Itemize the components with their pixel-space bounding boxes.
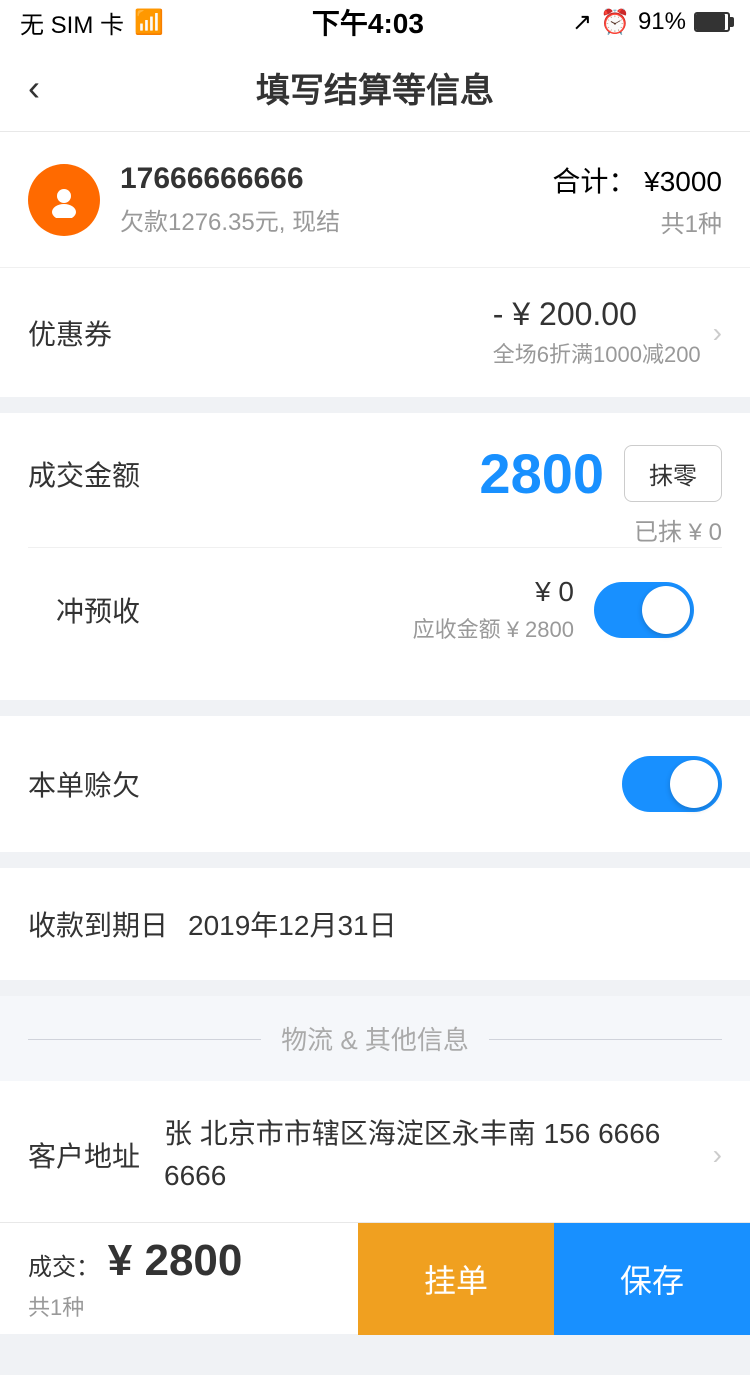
wifi-icon: 📶 xyxy=(134,8,164,37)
bottom-deal-count: 共1种 xyxy=(28,1290,330,1322)
prepay-row: 冲预收 ¥ 0 应收金额 ¥ 2800 xyxy=(28,547,722,672)
prepay-amount: ¥ 0 xyxy=(413,576,574,608)
user-phone: 17666666666 xyxy=(120,162,340,196)
bottom-bar: 成交： ¥ 2800 共1种 挂单 保存 xyxy=(0,1222,750,1334)
bottom-deal-price: ¥ 2800 xyxy=(108,1236,243,1285)
total-amount: ¥3000 xyxy=(644,166,722,197)
deal-right: 2800 抹零 xyxy=(479,441,722,506)
prepay-sub: 应收金额 ¥ 2800 xyxy=(413,612,574,644)
total-row: 合计： ¥3000 xyxy=(552,160,722,200)
bottom-summary: 成交： ¥ 2800 共1种 xyxy=(0,1236,358,1322)
user-section: 17666666666 欠款1276.35元, 现结 合计： ¥3000 共1种… xyxy=(0,132,750,397)
location-icon: ↗ xyxy=(572,8,592,37)
due-date-label: 收款到期日 xyxy=(28,904,168,944)
prepay-toggle[interactable] xyxy=(594,582,694,638)
coupon-label: 优惠券 xyxy=(28,313,112,353)
user-left: 17666666666 欠款1276.35元, 现结 xyxy=(28,162,340,237)
address-label: 客户地址 xyxy=(28,1135,140,1175)
due-date-value: 2019年12月31日 xyxy=(188,904,397,944)
status-time: 下午4:03 xyxy=(312,2,424,42)
address-section: 客户地址 张 北京市市辖区海淀区永丰南 156 6666 6666 › xyxy=(0,1081,750,1229)
user-info: 17666666666 欠款1276.35元, 现结 xyxy=(120,162,340,237)
address-row[interactable]: 客户地址 张 北京市市辖区海淀区永丰南 156 6666 6666 › xyxy=(0,1081,750,1229)
prepay-right: ¥ 0 应收金额 ¥ 2800 xyxy=(413,576,694,644)
total-label: 合计： xyxy=(552,166,636,197)
address-chevron: › xyxy=(713,1139,722,1171)
user-right: 合计： ¥3000 共1种 xyxy=(552,160,722,239)
deal-section: 成交金额 2800 抹零 已抹 ¥ 0 冲预收 ¥ 0 应收金额 ¥ 2800 xyxy=(0,413,750,700)
deal-sub: 已抹 ¥ 0 xyxy=(28,512,722,547)
coupon-chevron: › xyxy=(713,317,722,349)
round-button[interactable]: 抹零 xyxy=(624,445,722,502)
logistics-header: 物流 & 其他信息 xyxy=(0,996,750,1081)
user-debt: 欠款1276.35元, 现结 xyxy=(120,202,340,237)
logistics-section: 物流 & 其他信息 xyxy=(0,996,750,1081)
alarm-icon: ⏰ xyxy=(600,8,630,37)
total-count: 共1种 xyxy=(552,204,722,239)
own-debt-row: 本单赊欠 xyxy=(0,716,750,852)
due-date-section: 收款到期日 2019年12月31日 xyxy=(0,868,750,980)
coupon-row[interactable]: 优惠券 - ¥ 200.00 全场6折满1000减200 › xyxy=(0,267,750,397)
logistics-title: 物流 & 其他信息 xyxy=(261,1020,489,1057)
page-title: 填写结算等信息 xyxy=(256,63,494,112)
no-sim-text: 无 SIM 卡 xyxy=(20,5,124,40)
nav-bar: ‹ 填写结算等信息 xyxy=(0,44,750,132)
save-button[interactable]: 保存 xyxy=(554,1223,750,1335)
status-left: 无 SIM 卡 📶 xyxy=(20,5,164,40)
coupon-right: - ¥ 200.00 全场6折满1000减200 › xyxy=(493,296,722,369)
pending-button[interactable]: 挂单 xyxy=(358,1223,554,1335)
deal-label: 成交金额 xyxy=(28,454,140,494)
coupon-discount: - ¥ 200.00 xyxy=(493,296,701,333)
status-right: ↗ ⏰ 91% xyxy=(572,8,730,37)
due-date-row: 收款到期日 2019年12月31日 xyxy=(0,868,750,980)
own-debt-toggle-circle xyxy=(670,760,718,808)
prepay-label: 冲预收 xyxy=(56,590,140,630)
deal-amount: 2800 xyxy=(479,441,604,506)
coupon-description: 全场6折满1000减200 xyxy=(493,337,701,369)
battery-text: 91% xyxy=(638,8,686,36)
toggle-circle xyxy=(642,586,690,634)
bottom-deal-label: 成交： xyxy=(28,1254,100,1281)
status-bar: 无 SIM 卡 📶 下午4:03 ↗ ⏰ 91% xyxy=(0,0,750,44)
address-value: 张 北京市市辖区海淀区永丰南 156 6666 6666 xyxy=(164,1113,713,1197)
deal-row: 成交金额 2800 抹零 xyxy=(28,441,722,506)
own-debt-section: 本单赊欠 xyxy=(0,716,750,852)
battery-icon xyxy=(694,12,730,32)
back-button[interactable]: ‹ xyxy=(28,67,40,109)
avatar xyxy=(28,164,100,236)
user-row: 17666666666 欠款1276.35元, 现结 合计： ¥3000 共1种 xyxy=(0,132,750,267)
own-debt-toggle[interactable] xyxy=(622,756,722,812)
own-debt-label: 本单赊欠 xyxy=(28,764,140,804)
